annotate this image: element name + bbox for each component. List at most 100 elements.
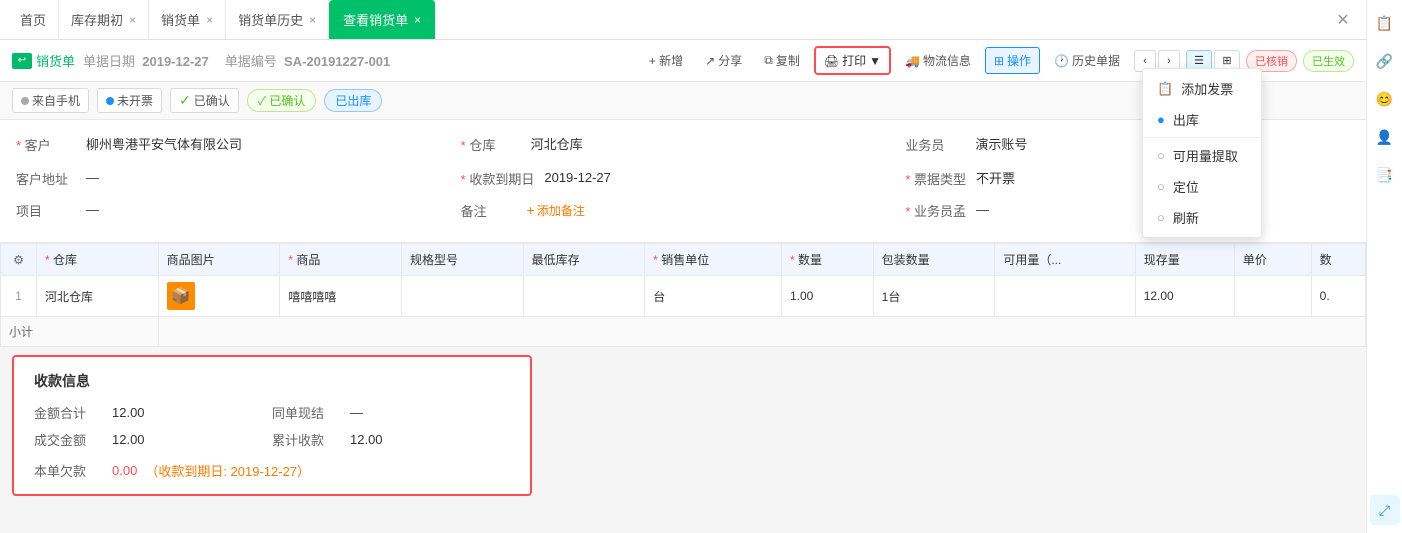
salesperson2-label: 业务员孟 [905, 201, 966, 220]
th-pack-qty: 包装数量 [873, 244, 995, 276]
row-price [1234, 276, 1311, 317]
th-unit: 销售单位 [645, 244, 782, 276]
tab-home[interactable]: 首页 [8, 0, 59, 39]
cumulative-label: 累计收款 [272, 430, 342, 449]
payment-info: 收款信息 金额合计 12.00 同单现结 — 成交金额 12.00 累计收款 1… [12, 355, 532, 496]
history-button[interactable]: 🕐 历史单据 [1046, 48, 1128, 73]
amount-label: 金额合计 [34, 403, 104, 422]
warehouse-field: 仓库 河北仓库 [461, 132, 906, 156]
th-spec: 规格型号 [401, 244, 523, 276]
print-button[interactable]: 🖨 打印 ▼ [814, 46, 891, 75]
operations-icon: ⊞ [994, 54, 1004, 68]
subtotal-values [158, 317, 1365, 347]
payment-amount-row: 金额合计 12.00 [34, 403, 272, 422]
doc-number-value: SA-20191227-001 [284, 54, 390, 69]
note-field[interactable]: 备注 添加备注 [461, 201, 906, 220]
add-note-button[interactable]: 添加备注 [527, 202, 585, 219]
owed-label: 本单欠款 [34, 461, 104, 480]
locate-icon: ○ [1157, 179, 1165, 194]
dropdown-refresh[interactable]: ○ 刷新 [1143, 202, 1261, 233]
tab-view-sales[interactable]: 查看销货单 × [329, 0, 436, 39]
row-other: 0. [1311, 276, 1365, 317]
cumulative-value: 12.00 [350, 432, 383, 447]
deal-amount-row: 成交金额 12.00 [34, 430, 272, 449]
doc-date-value: 2019-12-27 [142, 54, 209, 69]
tabs-bar-right: ✕ [1328, 5, 1358, 35]
sidebar-icon-face[interactable]: 😊 [1370, 84, 1400, 114]
from-mobile-btn[interactable]: 来自手机 [12, 88, 89, 113]
salesperson-label: 业务员 [905, 135, 965, 154]
copy-button[interactable]: ⧉ 复制 [756, 48, 808, 73]
tab-sales-history-close[interactable]: × [309, 13, 316, 27]
new-button[interactable]: + 新增 [641, 48, 691, 73]
salesperson-field: 业务员 演示账号 [905, 132, 1350, 156]
logistics-icon: 🚚 [905, 54, 920, 68]
dropdown-add-invoice[interactable]: 📋 添加发票 [1143, 73, 1261, 104]
owed-value: 0.00 [112, 463, 137, 478]
add-invoice-icon: 📋 [1157, 81, 1173, 97]
payment-date-label: 收款到期日 [461, 169, 535, 188]
th-settings[interactable]: ⚙ [1, 244, 37, 276]
row-product-img: 📦 [158, 276, 280, 317]
tab-inventory-close[interactable]: × [129, 13, 136, 27]
operations-dropdown: 📋 添加发票 ● 出库 ○ 可用量提取 ○ 定位 ○ 刷新 [1142, 68, 1262, 238]
refresh-icon: ○ [1157, 210, 1165, 225]
sidebar-icon-user[interactable]: 👤 [1370, 122, 1400, 152]
th-qty: 数量 [781, 244, 873, 276]
status-shipped-tag: 已出库 [324, 89, 382, 112]
row-qty: 1.00 [781, 276, 873, 317]
customer-field: 客户 柳州粤港平安气体有限公司 [16, 132, 461, 156]
salesperson2-field: 业务员孟 — [905, 200, 1350, 220]
product-image: 📦 [167, 282, 195, 310]
share-button[interactable]: ↗ 分享 [697, 48, 750, 73]
cumulative-row: 累计收款 12.00 [272, 430, 510, 449]
check-icon: ✓ [179, 92, 191, 109]
not-open-ticket-btn[interactable]: 未开票 [97, 88, 162, 113]
subtotal-label: 小计 [1, 317, 159, 347]
th-available: 可用量（... [995, 244, 1135, 276]
dropdown-available-qty[interactable]: ○ 可用量提取 [1143, 140, 1261, 171]
th-product-img: 商品图片 [158, 244, 280, 276]
deal-amount-label: 成交金额 [34, 430, 104, 449]
receipt-type-label: 票据类型 [905, 169, 966, 188]
row-product: 嘻嘻嘻嘻 [280, 276, 402, 317]
tab-sales[interactable]: 销货单 × [149, 0, 226, 39]
warehouse-value: 河北仓库 [527, 132, 906, 156]
doc-number-label: 单据编号 SA-20191227-001 [225, 51, 391, 70]
row-num: 1 [1, 276, 37, 317]
same-order-row: 同单现结 — [272, 403, 510, 422]
address-value: — [82, 168, 461, 188]
doc-title-area: ↩ 销货单 单据日期 2019-12-27 单据编号 SA-20191227-0… [12, 51, 633, 70]
product-table: ⚙ 仓库 商品图片 商品 规格型号 最低库存 销售单位 数量 包装数量 可用量（… [0, 243, 1366, 347]
project-label: 项目 [16, 201, 76, 220]
th-current: 现存量 [1135, 244, 1234, 276]
ticket-dot-icon [106, 97, 114, 105]
tab-sales-history[interactable]: 销货单历史 × [226, 0, 329, 39]
doc-type-badge: ↩ 销货单 [12, 51, 75, 70]
tab-view-sales-close[interactable]: × [414, 13, 421, 27]
print-dropdown-icon: ▼ [869, 54, 881, 68]
operations-button[interactable]: ⊞ 操作 [985, 47, 1040, 74]
sidebar-icon-file[interactable]: 📑 [1370, 160, 1400, 190]
confirm-btn[interactable]: ✓ 已确认 [170, 88, 239, 113]
tab-inventory[interactable]: 库存期初 × [59, 0, 149, 39]
th-warehouse: 仓库 [37, 244, 159, 276]
copy-icon: ⧉ [764, 53, 773, 68]
sidebar-icon-doc[interactable]: 📋 [1370, 8, 1400, 38]
receipt-type-field: 票据类型 不开票 [905, 166, 1350, 190]
row-current: 12.00 [1135, 276, 1234, 317]
dropdown-outbound[interactable]: ● 出库 [1143, 104, 1261, 135]
row-unit: 台 [645, 276, 782, 317]
doc-type-icon: ↩ [12, 53, 32, 69]
address-field: 客户地址 — [16, 168, 461, 188]
logistics-button[interactable]: 🚚 物流信息 [897, 48, 979, 73]
sidebar-icon-expand[interactable]: ⤢ [1370, 495, 1400, 525]
tab-sales-close[interactable]: × [206, 13, 213, 27]
deal-amount-value: 12.00 [112, 432, 145, 447]
sidebar-icon-link[interactable]: 🔗 [1370, 46, 1400, 76]
note-label: 备注 [461, 201, 521, 220]
payment-grid: 金额合计 12.00 同单现结 — 成交金额 12.00 累计收款 12.00 … [34, 403, 510, 480]
dropdown-locate[interactable]: ○ 定位 [1143, 171, 1261, 202]
window-close-button[interactable]: ✕ [1328, 5, 1358, 35]
subtotal-row: 小计 [1, 317, 1366, 347]
